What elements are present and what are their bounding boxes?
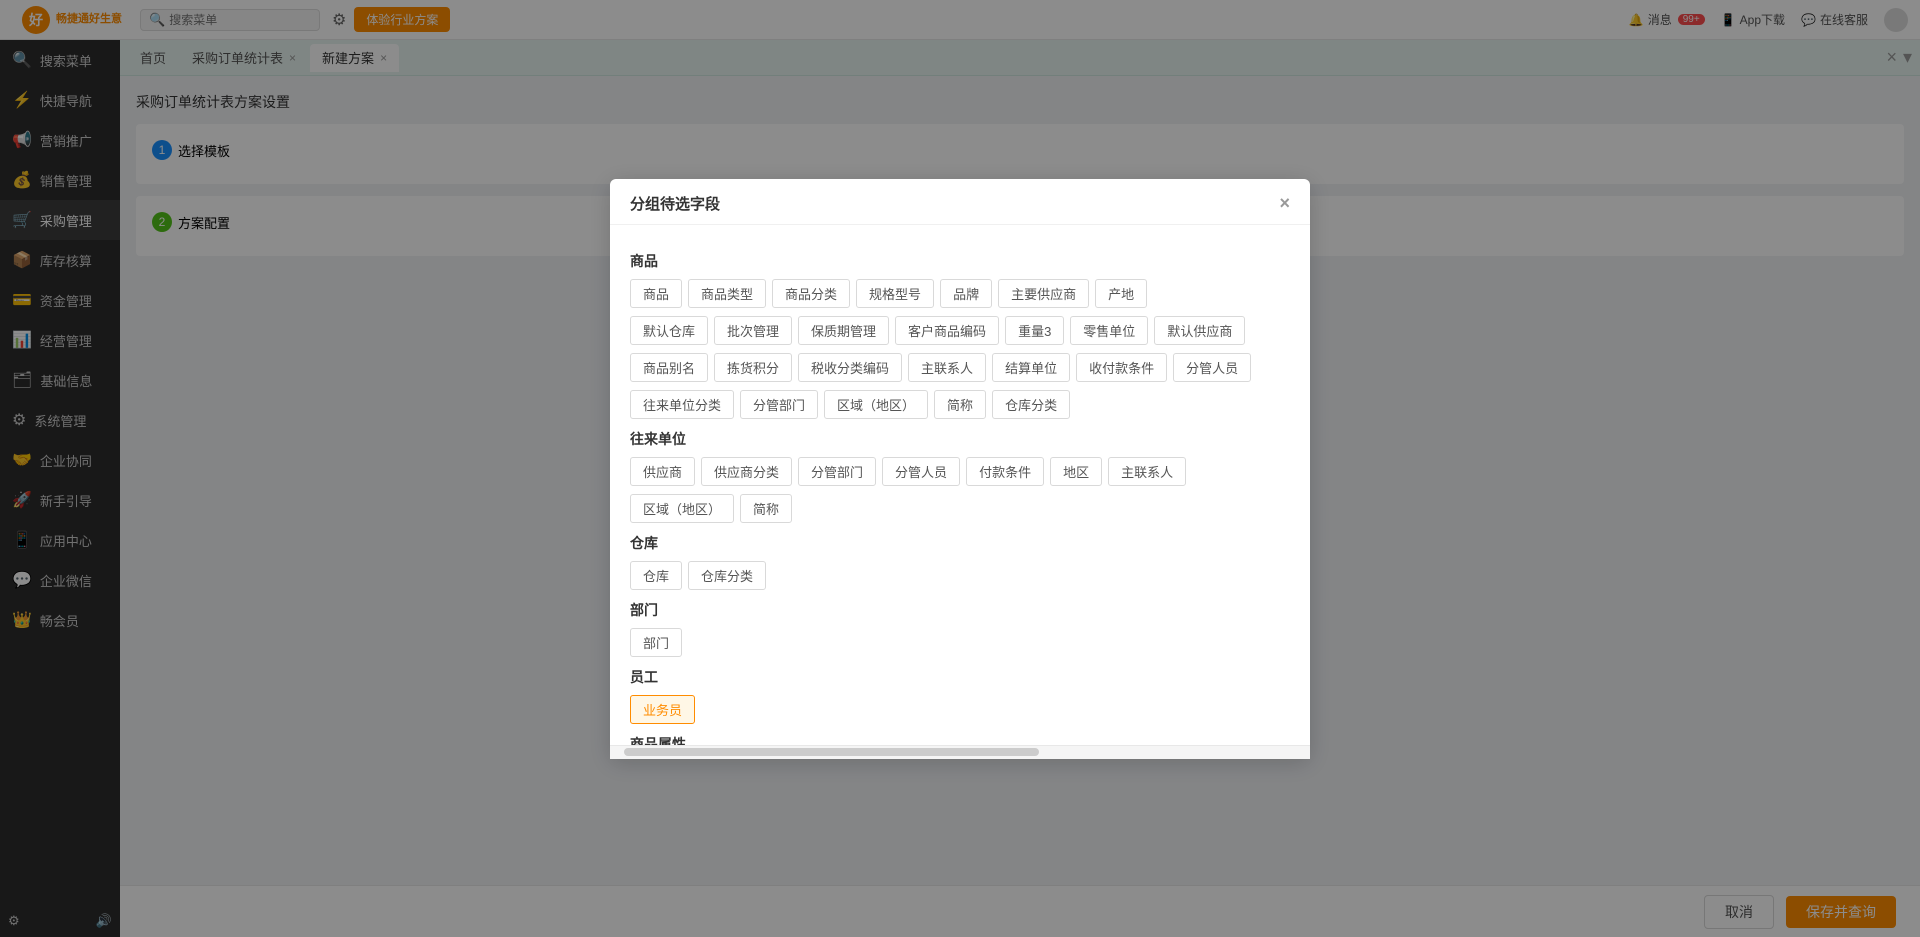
field-tag[interactable]: 商品	[630, 279, 682, 308]
partner-tags-row2: 区域（地区） 简称	[630, 494, 1290, 523]
field-tag[interactable]: 批次管理	[714, 316, 792, 345]
field-tag[interactable]: 仓库分类	[992, 390, 1070, 419]
field-tag[interactable]: 区域（地区）	[630, 494, 734, 523]
field-tag[interactable]: 仓库	[630, 561, 682, 590]
field-tag[interactable]: 分管部门	[740, 390, 818, 419]
field-tag[interactable]: 简称	[740, 494, 792, 523]
field-tag[interactable]: 收付款条件	[1076, 353, 1167, 382]
section-title-employee: 员工	[630, 667, 1290, 687]
field-tag[interactable]: 税收分类编码	[798, 353, 902, 382]
field-tag[interactable]: 商品类型	[688, 279, 766, 308]
field-tag[interactable]: 供应商分类	[701, 457, 792, 486]
dept-tags: 部门	[630, 628, 1290, 657]
field-tag[interactable]: 商品分类	[772, 279, 850, 308]
goods-tags-row2: 默认仓库 批次管理 保质期管理 客户商品编码 重量3 零售单位 默认供应商	[630, 316, 1290, 345]
hscroll-thumb[interactable]	[624, 748, 1039, 756]
field-tag[interactable]: 供应商	[630, 457, 695, 486]
field-tag[interactable]: 客户商品编码	[895, 316, 999, 345]
section-title-partner: 往来单位	[630, 429, 1290, 449]
field-tag[interactable]: 品牌	[940, 279, 992, 308]
modal-body: 商品 商品 商品类型 商品分类 规格型号 品牌 主要供应商 产地 默认仓库 批次…	[610, 225, 1310, 746]
field-tag[interactable]: 部门	[630, 628, 682, 657]
field-tag[interactable]: 往来单位分类	[630, 390, 734, 419]
employee-tags: 业务员	[630, 695, 1290, 724]
field-tag-highlighted[interactable]: 业务员	[630, 695, 695, 724]
field-tag[interactable]: 保质期管理	[798, 316, 889, 345]
modal-close-btn[interactable]: ×	[1279, 194, 1290, 212]
section-title-dept: 部门	[630, 600, 1290, 620]
goods-tags-row3: 商品别名 拣货积分 税收分类编码 主联系人 结算单位 收付款条件 分管人员	[630, 353, 1290, 382]
field-tag[interactable]: 结算单位	[992, 353, 1070, 382]
section-title-product-attr: 商品属性	[630, 734, 1290, 746]
modal-hscroll[interactable]	[610, 745, 1310, 758]
field-tag[interactable]: 主联系人	[1108, 457, 1186, 486]
field-tag[interactable]: 零售单位	[1070, 316, 1148, 345]
field-tag[interactable]: 拣货积分	[714, 353, 792, 382]
field-tag[interactable]: 简称	[934, 390, 986, 419]
field-tag[interactable]: 仓库分类	[688, 561, 766, 590]
field-tag[interactable]: 地区	[1050, 457, 1102, 486]
modal-overlay[interactable]: 分组待选字段 × 商品 商品 商品类型 商品分类 规格型号 品牌 主要供应商 产…	[0, 0, 1920, 937]
modal-header: 分组待选字段 ×	[610, 179, 1310, 225]
warehouse-tags: 仓库 仓库分类	[630, 561, 1290, 590]
field-tag[interactable]: 商品别名	[630, 353, 708, 382]
field-tag[interactable]: 默认供应商	[1154, 316, 1245, 345]
field-tag[interactable]: 主联系人	[908, 353, 986, 382]
modal-dialog: 分组待选字段 × 商品 商品 商品类型 商品分类 规格型号 品牌 主要供应商 产…	[610, 179, 1310, 759]
field-tag[interactable]: 付款条件	[966, 457, 1044, 486]
field-tag[interactable]: 主要供应商	[998, 279, 1089, 308]
field-tag[interactable]: 分管人员	[1173, 353, 1251, 382]
section-title-goods: 商品	[630, 251, 1290, 271]
goods-tags-row4: 往来单位分类 分管部门 区域（地区） 简称 仓库分类	[630, 390, 1290, 419]
modal-title: 分组待选字段	[630, 193, 720, 214]
goods-tags: 商品 商品类型 商品分类 规格型号 品牌 主要供应商 产地	[630, 279, 1290, 308]
field-tag[interactable]: 分管部门	[798, 457, 876, 486]
field-tag[interactable]: 区域（地区）	[824, 390, 928, 419]
field-tag[interactable]: 重量3	[1005, 316, 1064, 345]
field-tag[interactable]: 默认仓库	[630, 316, 708, 345]
section-title-warehouse: 仓库	[630, 533, 1290, 553]
field-tag[interactable]: 规格型号	[856, 279, 934, 308]
field-tag[interactable]: 分管人员	[882, 457, 960, 486]
partner-tags-row1: 供应商 供应商分类 分管部门 分管人员 付款条件 地区 主联系人	[630, 457, 1290, 486]
field-tag[interactable]: 产地	[1095, 279, 1147, 308]
